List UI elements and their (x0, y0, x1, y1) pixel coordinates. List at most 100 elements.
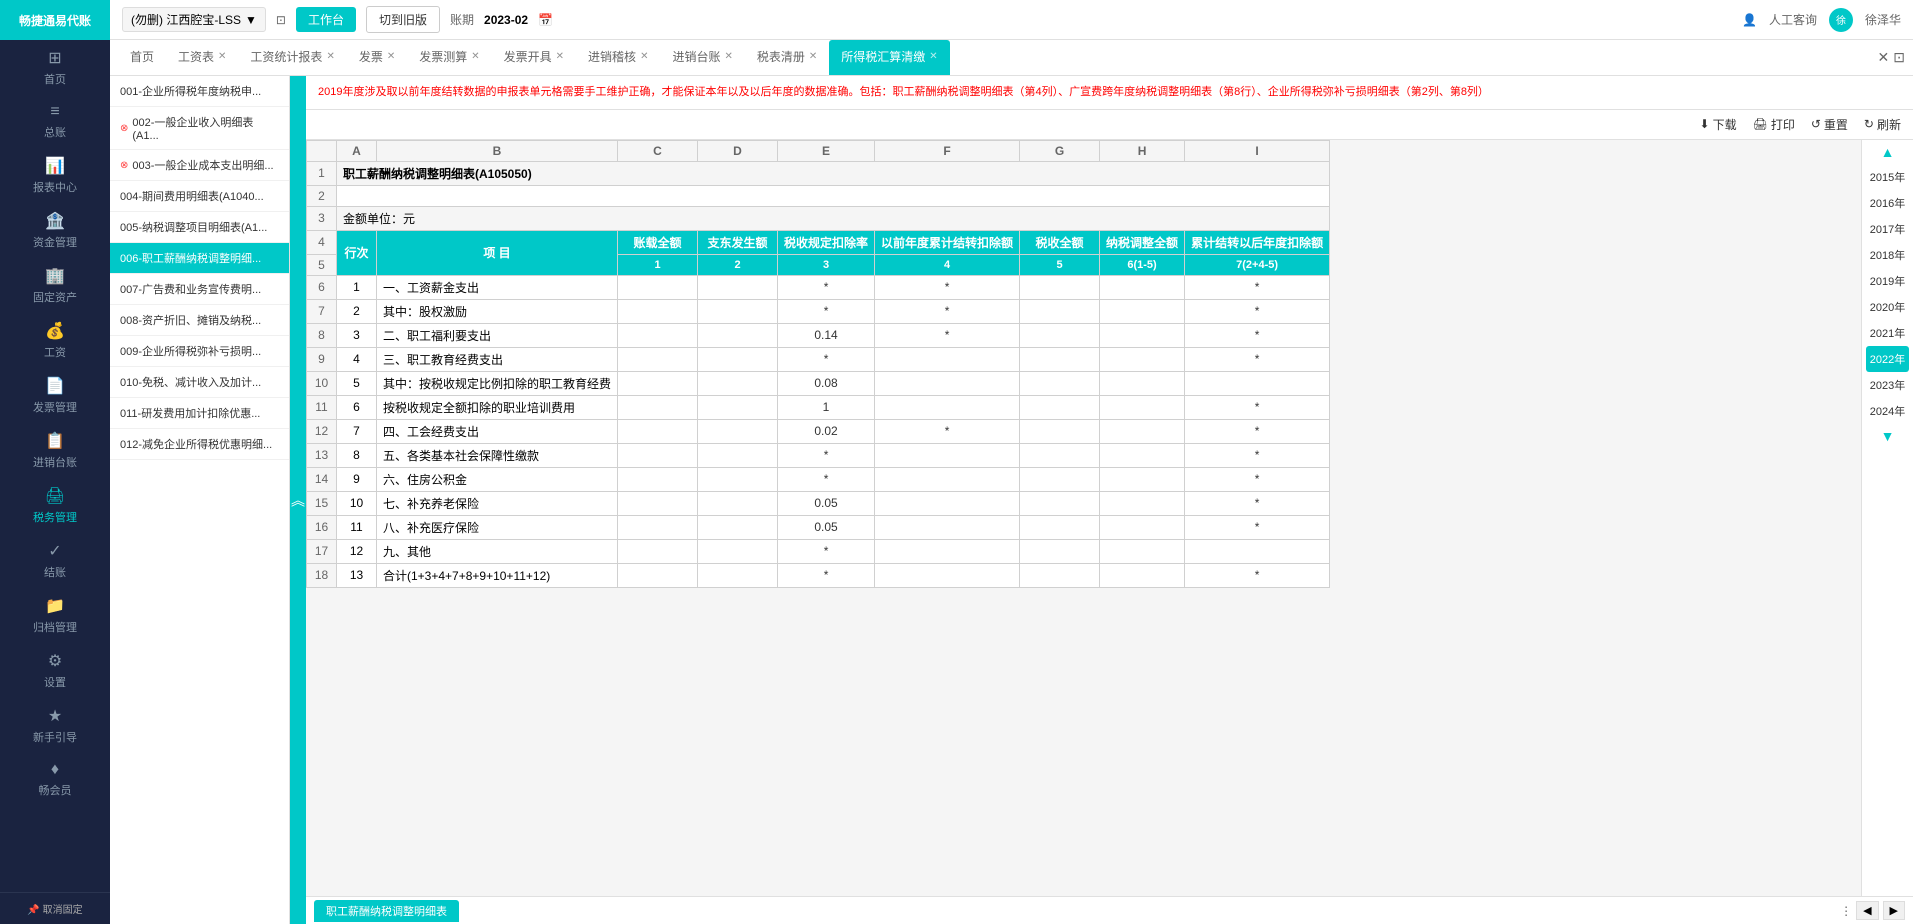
row-d-12[interactable] (698, 539, 778, 563)
row-d-6[interactable] (698, 395, 778, 419)
row-c-2[interactable] (618, 299, 698, 323)
service-label[interactable]: 人工客询 (1769, 11, 1817, 28)
row-h-7[interactable] (1100, 419, 1185, 443)
row-h-10[interactable] (1100, 491, 1185, 515)
row-c-4[interactable] (618, 347, 698, 371)
year-item[interactable]: 2022年 (1866, 346, 1909, 372)
left-item-003[interactable]: ⊗ 003-一般企业成本支出明细... (110, 150, 289, 181)
row-name-2[interactable]: 其中：股权激励 (377, 299, 618, 323)
tab-close-income-tax[interactable]: ✕ (929, 51, 937, 62)
left-item-011[interactable]: 011-研发费用加计扣除优惠... (110, 398, 289, 429)
row-g-12[interactable] (1020, 539, 1100, 563)
row-name-5[interactable]: 其中：按税收规定比例扣除的职工教育经费 (377, 371, 618, 395)
row-name-4[interactable]: 三、职工教育经费支出 (377, 347, 618, 371)
sidebar-item-archive[interactable]: 📁 归档管理 (0, 588, 110, 643)
user-label[interactable]: 徐泽华 (1865, 11, 1901, 28)
row-c-12[interactable] (618, 539, 698, 563)
sidebar-item-ledger[interactable]: ≡ 总账 (0, 95, 110, 148)
print-button[interactable]: 🖨 打印 (1753, 116, 1795, 133)
tab-invoice-open[interactable]: 发票开具 ✕ (492, 40, 576, 75)
tab-ledger[interactable]: 进销台账 ✕ (660, 40, 744, 75)
row-d-8[interactable] (698, 443, 778, 467)
row-c-5[interactable] (618, 371, 698, 395)
left-item-006[interactable]: 006-职工薪酬纳税调整明细... (110, 243, 289, 274)
tab-payroll-stats[interactable]: 工资统计报表 ✕ (238, 40, 346, 75)
sidebar-item-tax-mgr[interactable]: 🖨 税务管理 (0, 478, 110, 533)
calendar-icon[interactable]: 📅 (538, 13, 553, 27)
year-item[interactable]: 2021年 (1866, 320, 1909, 346)
reset-button[interactable]: ↺ 重置 (1811, 116, 1848, 133)
switch-version-button[interactable]: 切到旧版 (366, 6, 440, 33)
left-item-005[interactable]: 005-纳税调整项目明细表(A1... (110, 212, 289, 243)
row-g-8[interactable] (1020, 443, 1100, 467)
row-g-9[interactable] (1020, 467, 1100, 491)
row-c-11[interactable] (618, 515, 698, 539)
row-name-7[interactable]: 四、工会经费支出 (377, 419, 618, 443)
tab-expand[interactable]: ⊡ (1893, 49, 1905, 66)
sidebar-item-settlement[interactable]: ✓ 结账 (0, 533, 110, 588)
row-h-6[interactable] (1100, 395, 1185, 419)
row-c-6[interactable] (618, 395, 698, 419)
collapse-panel-button[interactable]: 《 (290, 76, 306, 924)
year-item[interactable]: 2020年 (1866, 294, 1909, 320)
row-name-3[interactable]: 二、职工福利要支出 (377, 323, 618, 347)
sidebar-item-wizard[interactable]: ★ 新手引导 (0, 698, 110, 753)
row-name-10[interactable]: 七、补充养老保险 (377, 491, 618, 515)
company-selector[interactable]: (勿删) 江西腔宝-LSS ▼ (122, 7, 266, 32)
year-item[interactable]: 2016年 (1866, 190, 1909, 216)
row-g-13[interactable] (1020, 563, 1100, 587)
row-g-1[interactable] (1020, 275, 1100, 299)
table-scroll[interactable]: A B C D E F G H I (306, 140, 1861, 897)
row-h-13[interactable] (1100, 563, 1185, 587)
refresh-button[interactable]: ↻ 刷新 (1864, 116, 1901, 133)
tab-close-tax-clear[interactable]: ✕ (809, 51, 817, 62)
sidebar-item-member[interactable]: ♦ 畅会员 (0, 753, 110, 806)
tab-close-invoice-open[interactable]: ✕ (556, 51, 564, 62)
scroll-right-button[interactable]: ▶ (1883, 901, 1905, 920)
year-item[interactable]: 2024年 (1866, 398, 1909, 424)
row-h-8[interactable] (1100, 443, 1185, 467)
row-d-3[interactable] (698, 323, 778, 347)
row-c-10[interactable] (618, 491, 698, 515)
row-name-9[interactable]: 六、住房公积金 (377, 467, 618, 491)
left-item-007[interactable]: 007-广告费和业务宣传费明... (110, 274, 289, 305)
row-name-1[interactable]: 一、工资薪金支出 (377, 275, 618, 299)
tab-close-invoice[interactable]: ✕ (387, 51, 395, 62)
year-item[interactable]: 2015年 (1866, 164, 1909, 190)
row-d-4[interactable] (698, 347, 778, 371)
row-g-10[interactable] (1020, 491, 1100, 515)
row-d-9[interactable] (698, 467, 778, 491)
row-c-3[interactable] (618, 323, 698, 347)
year-item[interactable]: 2019年 (1866, 268, 1909, 294)
row-c-9[interactable] (618, 467, 698, 491)
tab-close-all[interactable]: ✕ (1878, 49, 1890, 66)
row-d-10[interactable] (698, 491, 778, 515)
row-h-2[interactable] (1100, 299, 1185, 323)
sidebar-item-payroll[interactable]: 💰 工资 (0, 313, 110, 368)
left-item-002[interactable]: ⊗ 002-一般企业收入明细表(A1... (110, 107, 289, 150)
tab-payroll[interactable]: 工资表 ✕ (166, 40, 238, 75)
year-item[interactable]: 2018年 (1866, 242, 1909, 268)
row-g-5[interactable] (1020, 371, 1100, 395)
left-item-012[interactable]: 012-减免企业所得税优惠明细... (110, 429, 289, 460)
row-d-13[interactable] (698, 563, 778, 587)
left-item-010[interactable]: 010-免税、减计收入及加计... (110, 367, 289, 398)
left-item-009[interactable]: 009-企业所得税弥补亏损明... (110, 336, 289, 367)
row-c-13[interactable] (618, 563, 698, 587)
row-name-6[interactable]: 按税收规定全额扣除的职业培训费用 (377, 395, 618, 419)
sidebar-item-report[interactable]: 📊 报表中心 (0, 148, 110, 203)
row-h-5[interactable] (1100, 371, 1185, 395)
sidebar-item-invoice-mgr[interactable]: 📄 发票管理 (0, 368, 110, 423)
sidebar-item-home[interactable]: ⊞ 首页 (0, 40, 110, 95)
row-h-12[interactable] (1100, 539, 1185, 563)
tab-close-ledger[interactable]: ✕ (724, 51, 732, 62)
tab-tax-clear[interactable]: 税表清册 ✕ (745, 40, 829, 75)
year-item[interactable]: 2017年 (1866, 216, 1909, 242)
tab-close-payroll-stats[interactable]: ✕ (326, 51, 334, 62)
row-d-7[interactable] (698, 419, 778, 443)
row-h-9[interactable] (1100, 467, 1185, 491)
row-d-1[interactable] (698, 275, 778, 299)
sidebar-item-assets-mgr[interactable]: 🏦 资金管理 (0, 203, 110, 258)
copy-icon[interactable]: ⊡ (276, 13, 286, 27)
left-item-008[interactable]: 008-资产折旧、摊销及纳税... (110, 305, 289, 336)
